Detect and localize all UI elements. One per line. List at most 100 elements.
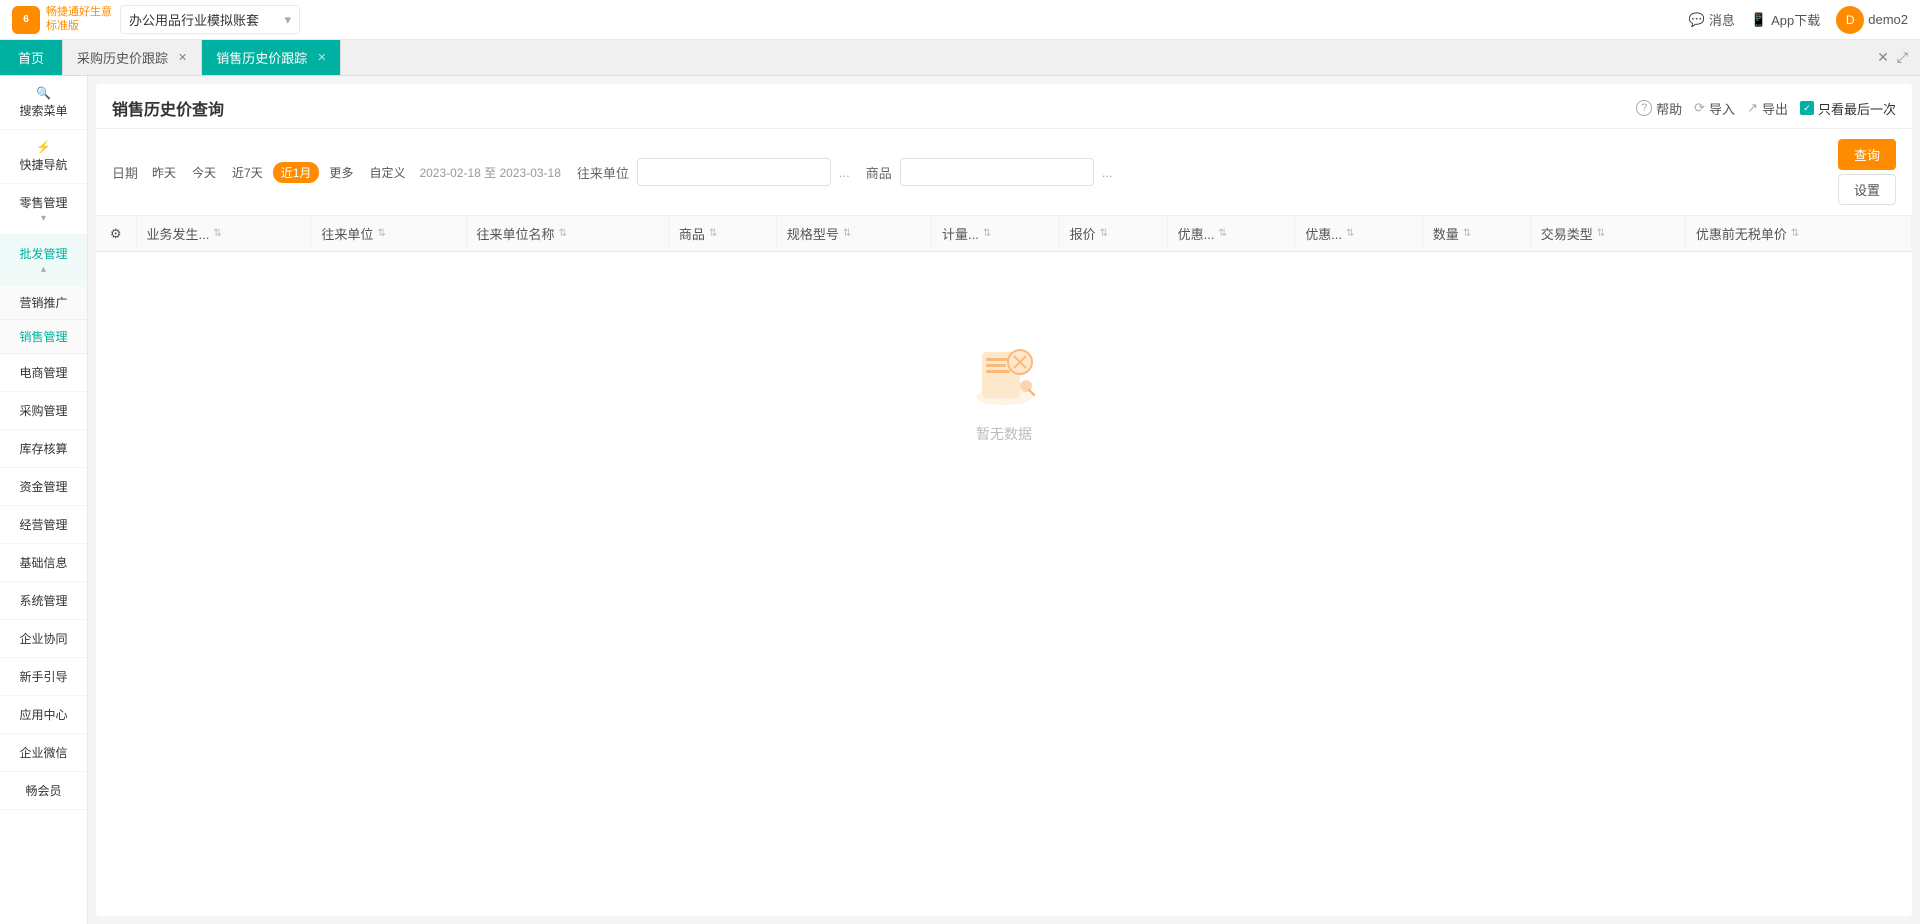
product-filter-label: 商品 (866, 163, 892, 182)
only-last-checkbox-label[interactable]: ✓ 只看最后一次 (1800, 99, 1896, 118)
app-selector[interactable]: 办公用品行业模拟账套 ▾ (120, 5, 300, 34)
query-button[interactable]: 查询 (1838, 139, 1896, 170)
page-title: 销售历史价查询 (112, 96, 224, 120)
sidebar-item-app-center[interactable]: 应用中心 (0, 696, 87, 734)
date-btn-today[interactable]: 今天 (186, 162, 222, 183)
avatar: D (1836, 6, 1864, 34)
th-biz-date[interactable]: 业务发生... ⇅ (136, 216, 311, 252)
table-area: ⚙ 业务发生... ⇅ 往来单位 (96, 216, 1912, 916)
sidebar: 🔍 搜索菜单 ⚡ 快捷导航 零售管理 ▾ 批发管理 ▴ 营销推广 销售管理 电商… (0, 76, 88, 924)
sidebar-item-retail-label: 零售管理 (19, 194, 67, 211)
sidebar-subitem-sales-mgmt[interactable]: 销售管理 (0, 320, 87, 354)
sales-history-tab-close[interactable]: ✕ (317, 51, 326, 64)
sidebar-item-shortcut[interactable]: ⚡ 快捷导航 (0, 130, 87, 184)
home-tab-label: 首页 (18, 48, 44, 67)
empty-text: 暂无数据 (976, 424, 1032, 444)
sort-icon: ⇅ (1597, 228, 1605, 239)
sidebar-item-ecommerce-label: 电商管理 (19, 364, 67, 381)
chat-action[interactable]: 💬 消息 (1689, 10, 1735, 29)
tab-close-all-btn[interactable]: ✕ (1877, 49, 1889, 66)
sidebar-item-inventory-label: 库存核算 (19, 440, 67, 457)
th-product[interactable]: 商品 ⇅ (668, 216, 776, 252)
th-pretax-price-label: 优惠前无税单价 (1696, 224, 1787, 243)
app-selector-label: 办公用品行业模拟账套 (129, 10, 259, 29)
sidebar-item-member-label: 畅会员 (25, 782, 61, 799)
sort-icon: ⇅ (377, 228, 385, 239)
th-partner-name[interactable]: 往来单位名称 ⇅ (466, 216, 668, 252)
sidebar-item-retail[interactable]: 零售管理 ▾ (0, 184, 87, 235)
chevron-down-icon: ▾ (284, 12, 291, 28)
th-unit[interactable]: 计量... ⇅ (932, 216, 1060, 252)
th-spec[interactable]: 规格型号 ⇅ (776, 216, 931, 252)
gear-icon: ⚙ (110, 226, 122, 241)
sidebar-item-wechat[interactable]: 企业微信 (0, 734, 87, 772)
sort-icon: ⇅ (213, 228, 221, 239)
tab-bar-actions: ✕ ⤢ (1865, 40, 1920, 75)
th-trade-type[interactable]: 交易类型 ⇅ (1530, 216, 1685, 252)
th-trade-type-label: 交易类型 (1541, 224, 1593, 243)
th-quote[interactable]: 报价 ⇅ (1059, 216, 1167, 252)
tab-purchase-history[interactable]: 采购历史价跟踪 ✕ (63, 40, 202, 75)
date-btn-7days[interactable]: 近7天 (226, 162, 269, 183)
sales-history-tab-label: 销售历史价跟踪 (216, 48, 307, 67)
sidebar-item-operations-label: 经营管理 (19, 516, 67, 533)
tab-sales-history[interactable]: 销售历史价跟踪 ✕ (202, 40, 341, 75)
help-label: 帮助 (1656, 99, 1682, 118)
settings-button[interactable]: 设置 (1838, 174, 1896, 205)
logo-text: 畅捷通好生意 标准版 (46, 6, 112, 32)
th-product-label: 商品 (679, 224, 705, 243)
tab-expand-btn[interactable]: ⤢ (1897, 49, 1908, 66)
sidebar-item-system[interactable]: 系统管理 (0, 582, 87, 620)
date-range-display: 2023-02-18 至 2023-03-18 (419, 164, 560, 181)
export-btn[interactable]: ↗ 导出 (1747, 99, 1788, 118)
import-btn[interactable]: ⟳ 导入 (1694, 99, 1735, 118)
app-download-action[interactable]: 📱 App下载 (1751, 10, 1820, 29)
product-input[interactable] (900, 158, 1094, 186)
sidebar-item-ecommerce[interactable]: 电商管理 (0, 354, 87, 392)
sidebar-item-newbie[interactable]: 新手引导 (0, 658, 87, 696)
tab-home[interactable]: 首页 (0, 40, 63, 75)
filter-bar: 日期 昨天 今天 近7天 近1月 更多 自定义 2023-02-18 至 202… (96, 129, 1912, 216)
th-partner-name-label: 往来单位名称 (477, 224, 555, 243)
th-gear[interactable]: ⚙ (96, 216, 136, 252)
date-btn-yesterday[interactable]: 昨天 (146, 162, 182, 183)
date-btn-1month[interactable]: 近1月 (273, 162, 320, 183)
sidebar-subitem-marketing[interactable]: 营销推广 (0, 286, 87, 320)
sort-icon: ⇅ (1463, 228, 1471, 239)
th-discount1[interactable]: 优惠... ⇅ (1167, 216, 1295, 252)
only-last-checkbox[interactable]: ✓ (1800, 101, 1814, 115)
search-icon: 🔍 (36, 86, 51, 100)
sidebar-item-system-label: 系统管理 (19, 592, 67, 609)
sidebar-item-search[interactable]: 🔍 搜索菜单 (0, 76, 87, 130)
sidebar-item-purchase[interactable]: 采购管理 (0, 392, 87, 430)
th-pretax-price[interactable]: 优惠前无税单价 ⇅ (1685, 216, 1911, 252)
sidebar-item-wholesale[interactable]: 批发管理 ▴ (0, 235, 87, 286)
sidebar-item-member[interactable]: 畅会员 (0, 772, 87, 810)
product-filter-group: 商品 ... (866, 158, 1113, 186)
sidebar-item-finance[interactable]: 资金管理 (0, 468, 87, 506)
content-area: 销售历史价查询 ? 帮助 ⟳ 导入 ↗ 导出 ✓ (88, 76, 1920, 924)
sidebar-item-app-center-label: 应用中心 (19, 706, 67, 723)
sort-icon: ⇅ (1791, 228, 1799, 239)
date-btn-more[interactable]: 更多 (323, 162, 359, 183)
sidebar-item-inventory[interactable]: 库存核算 (0, 430, 87, 468)
sidebar-item-basic-info[interactable]: 基础信息 (0, 544, 87, 582)
partner-ellipsis[interactable]: ... (839, 165, 850, 180)
sort-icon: ⇅ (1100, 228, 1108, 239)
th-partner-code[interactable]: 往来单位 ⇅ (311, 216, 466, 252)
sidebar-subitem-sales-mgmt-label: 销售管理 (19, 330, 67, 344)
sidebar-item-enterprise[interactable]: 企业协同 (0, 620, 87, 658)
sidebar-item-operations[interactable]: 经营管理 (0, 506, 87, 544)
help-btn[interactable]: ? 帮助 (1636, 99, 1682, 118)
chevron-up-icon: ▴ (41, 264, 46, 275)
main-layout: 🔍 搜索菜单 ⚡ 快捷导航 零售管理 ▾ 批发管理 ▴ 营销推广 销售管理 电商… (0, 76, 1920, 924)
partner-input[interactable] (637, 158, 831, 186)
date-shortcuts: 昨天 今天 近7天 近1月 更多 自定义 (146, 162, 411, 183)
user-area[interactable]: D demo2 (1836, 6, 1908, 34)
th-discount2[interactable]: 优惠... ⇅ (1295, 216, 1423, 252)
date-btn-custom[interactable]: 自定义 (363, 162, 411, 183)
product-ellipsis[interactable]: ... (1102, 165, 1113, 180)
date-filter-label: 日期 (112, 163, 138, 182)
th-quantity[interactable]: 数量 ⇅ (1422, 216, 1530, 252)
purchase-history-tab-close[interactable]: ✕ (178, 51, 187, 64)
